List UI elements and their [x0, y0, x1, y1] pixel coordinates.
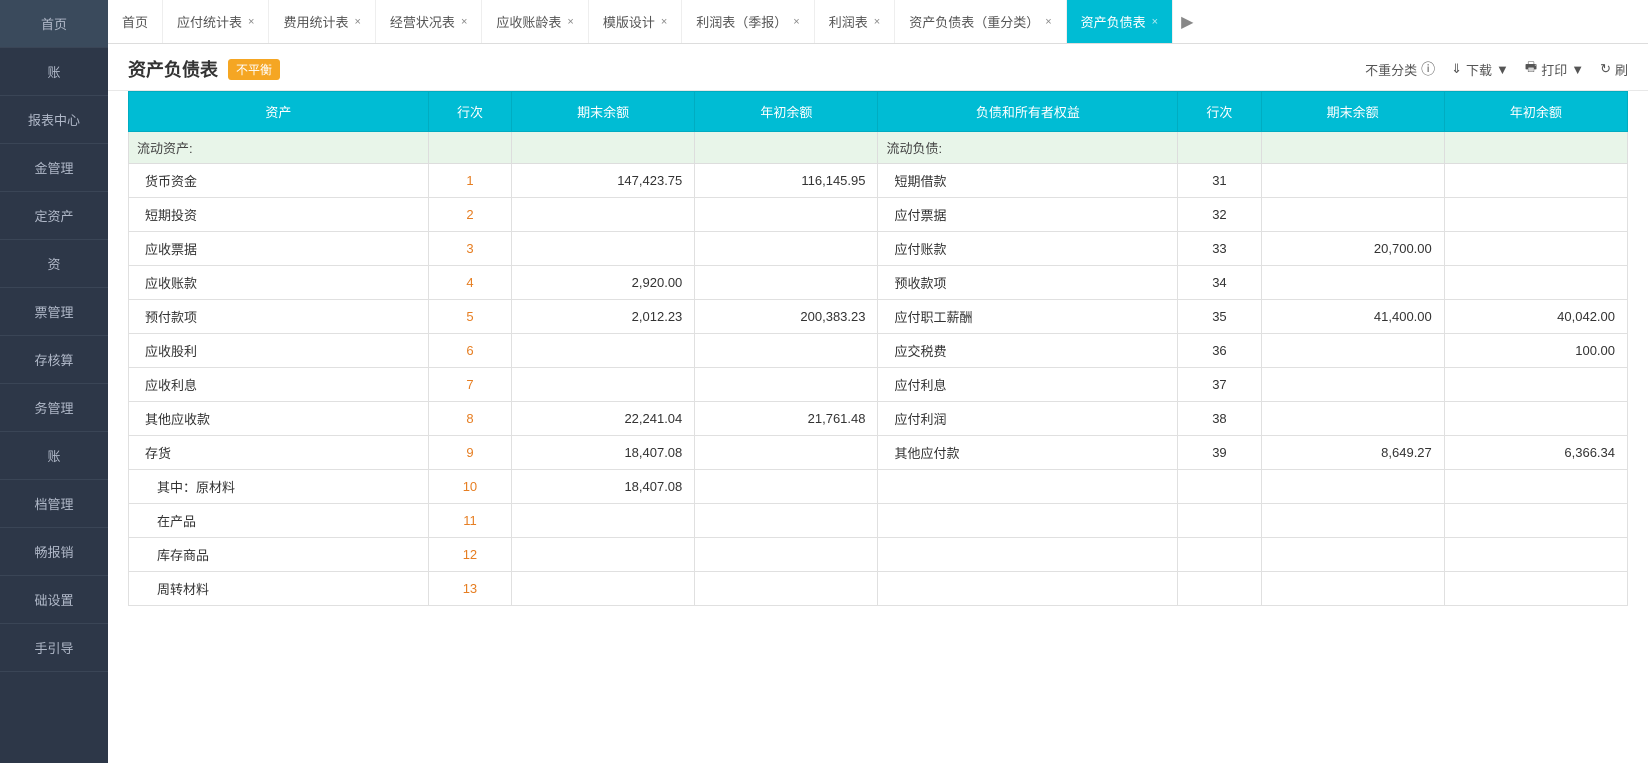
print-icon: 🖶	[1525, 58, 1537, 80]
header-actions: 不重分类 ⓘ ⇓ 下载 ▼ 🖶 打印 ▼ ↻ 刷	[1365, 58, 1628, 80]
tab-profit-quarterly[interactable]: 利润表（季报） ×	[682, 0, 814, 44]
balance-sheet-table: 资产 行次 期末余额 年初余额 负债和所有者权益 行次 期末余额 年初余额 流动…	[128, 91, 1628, 606]
tab-receivable-aging[interactable]: 应收账龄表 ×	[482, 0, 588, 44]
print-action[interactable]: 🖶 打印 ▼	[1525, 58, 1584, 80]
col-assets: 资产	[129, 92, 429, 132]
table-row: 应收利息 7 应付利息 37	[129, 368, 1628, 402]
table-row: 应收票据 3 应付账款 33 20,700.00	[129, 232, 1628, 266]
sidebar-item-expense[interactable]: 畅报销	[0, 528, 108, 576]
table-row: 应收股利 6 应交税费 36 100.00	[129, 334, 1628, 368]
close-tab-operations[interactable]: ×	[461, 16, 467, 28]
table-row: 货币资金 1 147,423.75 116,145.95 短期借款 31	[129, 164, 1628, 198]
question-icon: ⓘ	[1421, 59, 1435, 79]
table-row: 预付款项 5 2,012.23 200,383.23 应付职工薪酬 35 41,…	[129, 300, 1628, 334]
sidebar-item-guide[interactable]: 手引导	[0, 624, 108, 672]
sidebar-item-ledger[interactable]: 账	[0, 432, 108, 480]
table-row: 在产品 11	[129, 504, 1628, 538]
close-tab-template-design[interactable]: ×	[661, 16, 667, 28]
table-row: 其他应收款 8 22,241.04 21,761.48 应付利润 38	[129, 402, 1628, 436]
sidebar: 首页 账 报表中心 金管理 定资产 资 票管理 存核算 务管理 账 档管理 畅报…	[0, 0, 108, 763]
page-title-area: 资产负债表 不平衡	[128, 56, 280, 82]
tab-balance-reclassify[interactable]: 资产负债表（重分类） ×	[895, 0, 1066, 44]
tab-expense-stats[interactable]: 费用统计表 ×	[269, 0, 375, 44]
col-begin-balance-right: 年初余额	[1444, 92, 1627, 132]
page-header: 资产负债表 不平衡 不重分类 ⓘ ⇓ 下载 ▼ 🖶 打印 ▼ ↻ 刷	[108, 44, 1648, 91]
table-row: 其中：原材料 10 18,407.08	[129, 470, 1628, 504]
unbalanced-badge: 不平衡	[228, 59, 280, 80]
sidebar-item-doc-mgmt[interactable]: 档管理	[0, 480, 108, 528]
sidebar-item-account[interactable]: 账	[0, 48, 108, 96]
sidebar-item-fixed-assets[interactable]: 定资产	[0, 192, 108, 240]
col-liabilities: 负债和所有者权益	[878, 92, 1178, 132]
table-row: 周转材料 13	[129, 572, 1628, 606]
col-row-left: 行次	[428, 92, 511, 132]
table-row: 应收账款 4 2,920.00 预收款项 34	[129, 266, 1628, 300]
sidebar-item-inventory[interactable]: 存核算	[0, 336, 108, 384]
sidebar-item-settings[interactable]: 础设置	[0, 576, 108, 624]
table-row: 存货 9 18,407.08 其他应付款 39 8,649.27 6,366.3…	[129, 436, 1628, 470]
print-chevron-icon: ▼	[1571, 62, 1584, 77]
download-action[interactable]: ⇓ 下载 ▼	[1451, 60, 1509, 79]
section-header-current-assets: 流动资产: 流动负债:	[129, 132, 1628, 164]
sidebar-item-report-center[interactable]: 报表中心	[0, 96, 108, 144]
tab-bar: 首页 应付统计表 × 费用统计表 × 经营状况表 × 应收账龄表 × 模版设计 …	[108, 0, 1648, 44]
col-end-balance-right: 期末余额	[1261, 92, 1444, 132]
tab-balance-sheet[interactable]: 资产负债表 ×	[1067, 0, 1173, 44]
close-tab-payable-stats[interactable]: ×	[248, 16, 254, 28]
table-row: 短期投资 2 应付票据 32	[129, 198, 1628, 232]
table-container: 资产 行次 期末余额 年初余额 负债和所有者权益 行次 期末余额 年初余额 流动…	[108, 91, 1648, 763]
page-title: 资产负债表	[128, 56, 218, 82]
table-row: 库存商品 12	[129, 538, 1628, 572]
close-tab-expense-stats[interactable]: ×	[354, 16, 360, 28]
tab-payable-stats[interactable]: 应付统计表 ×	[163, 0, 269, 44]
no-reclassify-action[interactable]: 不重分类 ⓘ	[1365, 59, 1435, 79]
sidebar-item-tax-mgmt[interactable]: 务管理	[0, 384, 108, 432]
tab-operations[interactable]: 经营状况表 ×	[376, 0, 482, 44]
download-icon: ⇓	[1451, 61, 1462, 77]
tab-profit[interactable]: 利润表 ×	[815, 0, 895, 44]
download-chevron-icon: ▼	[1496, 62, 1509, 77]
close-tab-receivable-aging[interactable]: ×	[567, 16, 573, 28]
main-content: 首页 应付统计表 × 费用统计表 × 经营状况表 × 应收账龄表 × 模版设计 …	[108, 0, 1648, 763]
col-row-right: 行次	[1178, 92, 1261, 132]
close-tab-profit[interactable]: ×	[874, 16, 880, 28]
sidebar-item-fund-mgmt[interactable]: 金管理	[0, 144, 108, 192]
sidebar-item-ticket-mgmt[interactable]: 票管理	[0, 288, 108, 336]
col-begin-balance-left: 年初余额	[695, 92, 878, 132]
close-tab-profit-quarterly[interactable]: ×	[793, 16, 799, 28]
tab-nav-arrow[interactable]: ▶	[1173, 12, 1201, 32]
refresh-icon: ↻	[1600, 61, 1611, 77]
tab-home[interactable]: 首页	[108, 0, 163, 44]
sidebar-item-home[interactable]: 首页	[0, 0, 108, 48]
col-end-balance-left: 期末余额	[512, 92, 695, 132]
sidebar-item-investment[interactable]: 资	[0, 240, 108, 288]
close-tab-balance-sheet[interactable]: ×	[1152, 16, 1158, 28]
tab-template-design[interactable]: 模版设计 ×	[589, 0, 682, 44]
close-tab-balance-reclassify[interactable]: ×	[1045, 16, 1051, 28]
refresh-action[interactable]: ↻ 刷	[1600, 60, 1628, 79]
